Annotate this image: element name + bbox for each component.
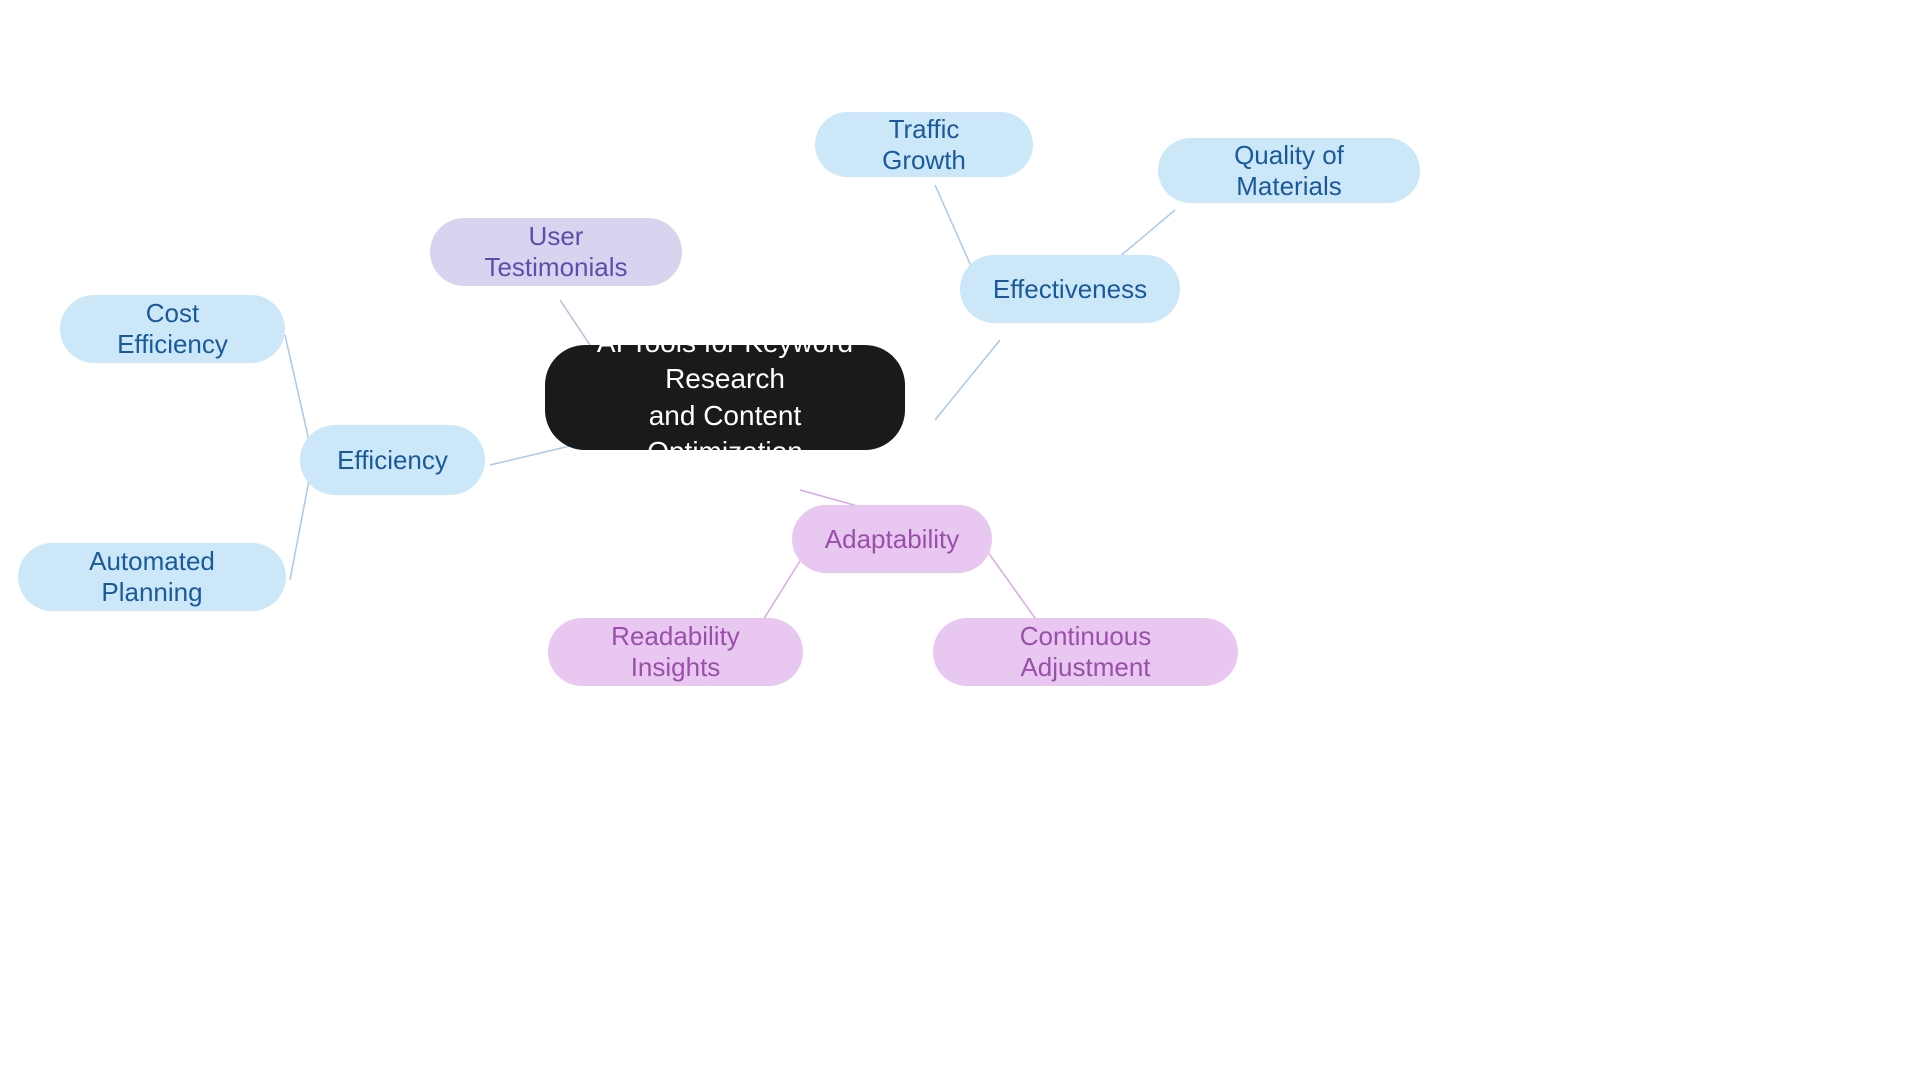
quality-of-materials-node: Quality of Materials <box>1158 138 1420 203</box>
traffic-growth-label: Traffic Growth <box>851 114 997 176</box>
continuous-adjustment-label: Continuous Adjustment <box>969 621 1202 683</box>
cost-efficiency-label: Cost Efficiency <box>96 298 249 360</box>
effectiveness-node: Effectiveness <box>960 255 1180 323</box>
adaptability-node: Adaptability <box>792 505 992 573</box>
efficiency-node: Efficiency <box>300 425 485 495</box>
quality-of-materials-label: Quality of Materials <box>1194 140 1384 202</box>
readability-insights-label: Readability Insights <box>584 621 767 683</box>
automated-planning-node: Automated Planning <box>18 543 286 611</box>
center-node: AI Tools for Keyword Researchand Content… <box>545 345 905 450</box>
automated-planning-label: Automated Planning <box>54 546 250 608</box>
traffic-growth-node: Traffic Growth <box>815 112 1033 177</box>
adaptability-label: Adaptability <box>825 524 959 555</box>
continuous-adjustment-node: Continuous Adjustment <box>933 618 1238 686</box>
efficiency-label: Efficiency <box>337 445 448 476</box>
cost-efficiency-node: Cost Efficiency <box>60 295 285 363</box>
effectiveness-label: Effectiveness <box>993 274 1147 305</box>
user-testimonials-label: User Testimonials <box>466 221 646 283</box>
readability-insights-node: Readability Insights <box>548 618 803 686</box>
user-testimonials-node: User Testimonials <box>430 218 682 286</box>
